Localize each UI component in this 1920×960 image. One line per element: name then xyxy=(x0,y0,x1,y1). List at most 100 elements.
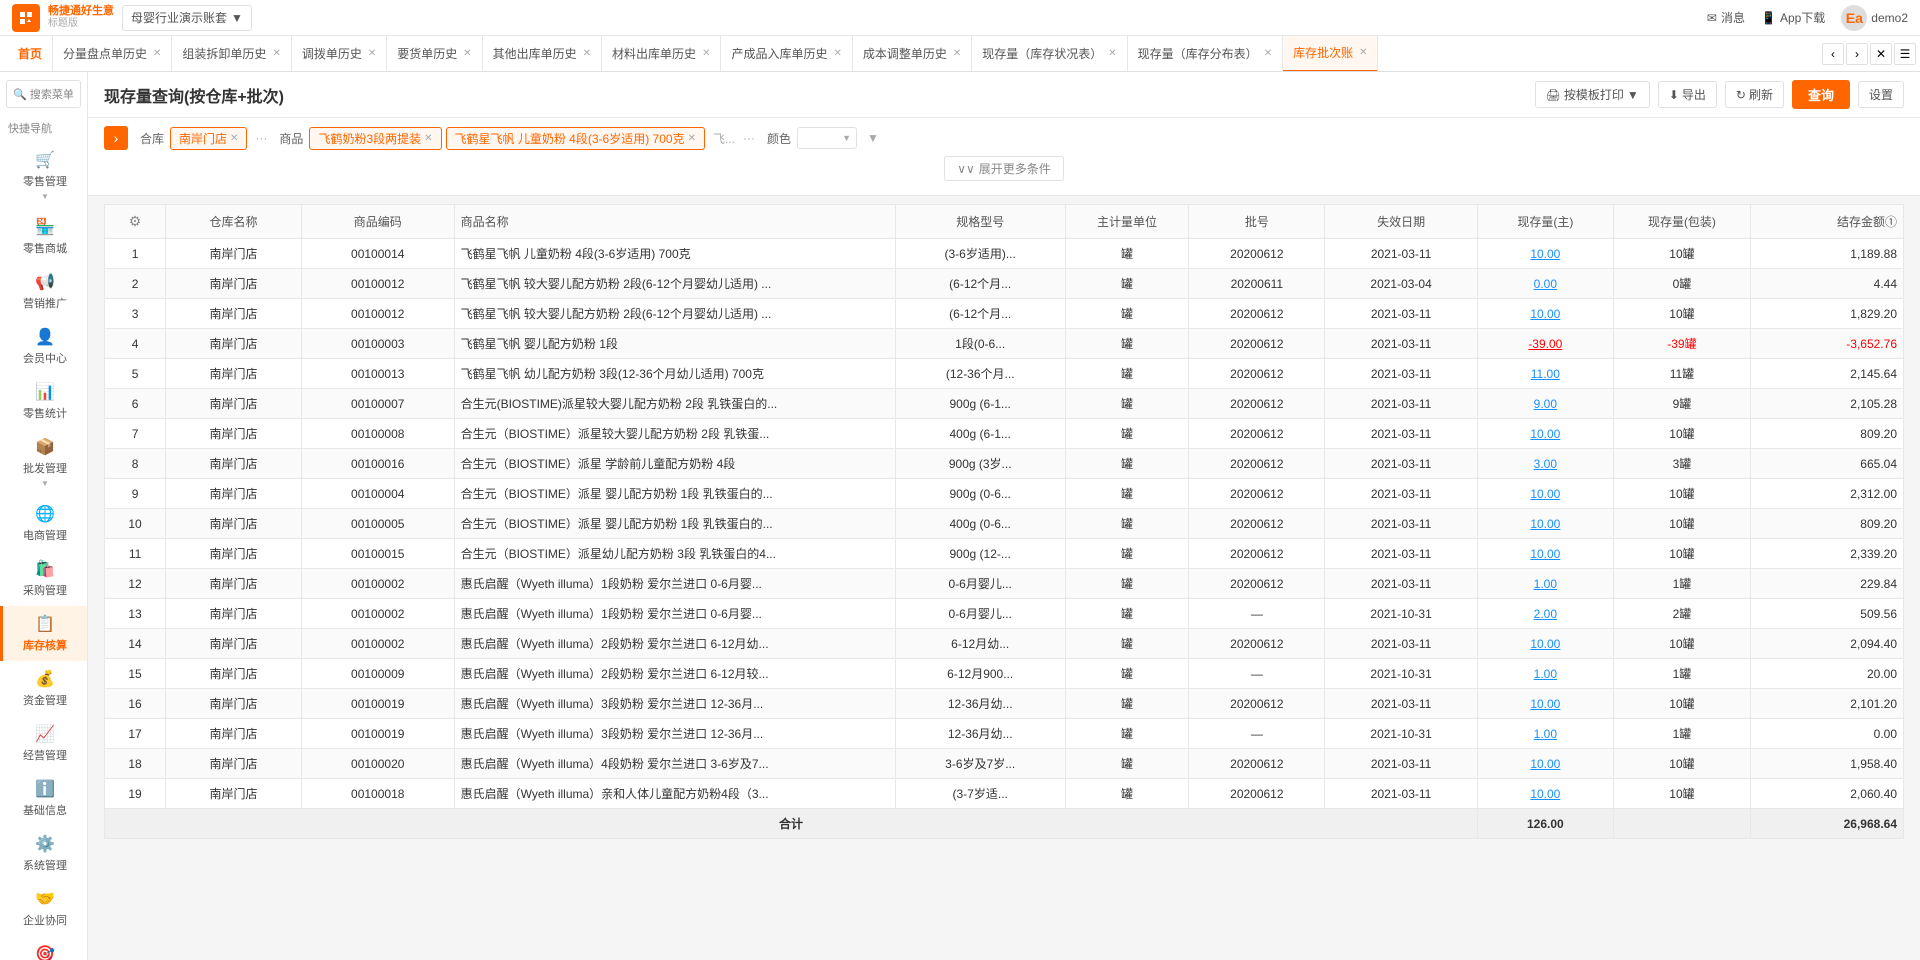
sidebar-item-marketing[interactable]: 📢 营销推广 xyxy=(0,264,87,319)
export-btn[interactable]: ⬇ 导出 xyxy=(1658,81,1717,108)
sidebar-item-operations[interactable]: 📈 经营管理 xyxy=(0,716,87,771)
tab-4[interactable]: 要货单历史 ✕ xyxy=(387,36,482,72)
product-tag-1-close[interactable]: ✕ xyxy=(424,133,432,144)
sidebar-item-retail-stats[interactable]: 📊 零售统计 xyxy=(0,374,87,429)
tab-11[interactable]: 库存批次账 ✕ xyxy=(1283,36,1378,72)
product-more2[interactable]: ··· xyxy=(743,131,755,145)
cell-qty[interactable]: 10.00 xyxy=(1477,749,1613,779)
cell-pkg: 10罐 xyxy=(1613,509,1750,539)
cell-qty[interactable]: 2.00 xyxy=(1477,599,1613,629)
cell-batch: 20200612 xyxy=(1189,629,1325,659)
sidebar-item-retail-store[interactable]: 🏪 零售商城 xyxy=(0,209,87,264)
tab-10[interactable]: 现存量（库存分布表） ✕ xyxy=(1128,36,1283,72)
top-bar: 畅捷通好生意 标题版 母婴行业演示账套 ▼ ✉ 消息 📱 App下载 Ea de… xyxy=(0,0,1920,36)
sidebar-item-ecommerce[interactable]: 🌐 电商管理 xyxy=(0,496,87,551)
warehouse-tag-close[interactable]: ✕ xyxy=(230,133,238,144)
cell-qty[interactable]: 10.00 xyxy=(1477,779,1613,809)
tab-1-close[interactable]: ✕ xyxy=(153,48,161,59)
sidebar-item-guide[interactable]: 🎯 新手引导 xyxy=(0,936,87,960)
cell-code: 00100013 xyxy=(301,359,454,389)
color-select[interactable] xyxy=(797,127,857,149)
tab-2[interactable]: 组装拆卸单历史 ✕ xyxy=(172,36,291,72)
tab-4-close[interactable]: ✕ xyxy=(463,48,471,59)
wholesale-icon: 📦 xyxy=(35,437,55,457)
cell-qty[interactable]: 11.00 xyxy=(1477,359,1613,389)
cell-qty[interactable]: 1.00 xyxy=(1477,719,1613,749)
cell-batch: 20200612 xyxy=(1189,479,1325,509)
account-selector[interactable]: 母婴行业演示账套 ▼ xyxy=(122,5,252,31)
tab-5[interactable]: 其他出库单历史 ✕ xyxy=(483,36,602,72)
cell-expire: 2021-03-11 xyxy=(1325,779,1478,809)
tab-7[interactable]: 产成品入库单历史 ✕ xyxy=(721,36,852,72)
cell-qty[interactable]: 10.00 xyxy=(1477,539,1613,569)
message-btn[interactable]: ✉ 消息 xyxy=(1707,9,1745,26)
product-tag-2[interactable]: 飞鹤星飞帆 儿童奶粉 4段(3-6岁适用) 700克 ✕ xyxy=(446,127,705,150)
tab-8-close[interactable]: ✕ xyxy=(953,48,961,59)
cell-qty[interactable]: 1.00 xyxy=(1477,569,1613,599)
cell-qty[interactable]: 10.00 xyxy=(1477,509,1613,539)
app-download-btn[interactable]: 📱 App下载 xyxy=(1761,9,1825,26)
tab-10-close[interactable]: ✕ xyxy=(1264,48,1272,59)
sidebar-item-finance[interactable]: 💰 资金管理 xyxy=(0,661,87,716)
cell-qty[interactable]: 10.00 xyxy=(1477,239,1613,269)
cell-batch: — xyxy=(1189,599,1325,629)
nav-close-all-btn[interactable]: ✕ xyxy=(1870,43,1892,65)
tab-2-close[interactable]: ✕ xyxy=(272,48,280,59)
cell-num: 3 xyxy=(105,299,166,329)
tab-7-close[interactable]: ✕ xyxy=(833,48,841,59)
tab-1[interactable]: 分量盘点单历史 ✕ xyxy=(53,36,172,72)
cell-qty[interactable]: 1.00 xyxy=(1477,659,1613,689)
tab-9-close[interactable]: ✕ xyxy=(1108,48,1116,59)
cell-qty[interactable]: 9.00 xyxy=(1477,389,1613,419)
sidebar-item-member-center[interactable]: 👤 会员中心 xyxy=(0,319,87,374)
cell-qty[interactable]: 3.00 xyxy=(1477,449,1613,479)
user-profile[interactable]: Ea demo2 xyxy=(1841,5,1908,31)
cell-unit: 罐 xyxy=(1065,629,1189,659)
sidebar-item-system[interactable]: ⚙️ 系统管理 xyxy=(0,826,87,881)
settings-btn[interactable]: 设置 xyxy=(1858,81,1904,108)
tab-3[interactable]: 调拨单历史 ✕ xyxy=(292,36,387,72)
tab-6-close[interactable]: ✕ xyxy=(702,48,710,59)
sidebar-item-basic-info[interactable]: ℹ️ 基础信息 xyxy=(0,771,87,826)
cell-qty[interactable]: 10.00 xyxy=(1477,629,1613,659)
warehouse-more[interactable]: ··· xyxy=(255,131,267,145)
product-tag-2-close[interactable]: ✕ xyxy=(688,133,696,144)
warehouse-tag-nanai[interactable]: 南岸门店 ✕ xyxy=(170,127,247,150)
nav-next-btn[interactable]: › xyxy=(1846,43,1868,65)
refresh-btn[interactable]: ↻ 刷新 xyxy=(1725,81,1784,108)
expand-conditions-btn[interactable]: ∨∨ 展开更多条件 xyxy=(944,156,1064,181)
nav-prev-btn[interactable]: ‹ xyxy=(1822,43,1844,65)
cell-qty[interactable]: 10.00 xyxy=(1477,419,1613,449)
tab-9[interactable]: 现存量（库存状况表） ✕ xyxy=(972,36,1127,72)
cell-qty[interactable]: 10.00 xyxy=(1477,479,1613,509)
sidebar-item-purchase[interactable]: 🛍️ 采购管理 xyxy=(0,551,87,606)
col-header-amt: 结存金额① xyxy=(1751,205,1904,239)
tab-3-close[interactable]: ✕ xyxy=(368,48,376,59)
sidebar-item-inventory[interactable]: 📋 库存核算 xyxy=(0,606,87,661)
cell-qty[interactable]: -39.00 xyxy=(1477,329,1613,359)
sidebar-item-enterprise[interactable]: 🤝 企业协同 xyxy=(0,881,87,936)
tab-11-close[interactable]: ✕ xyxy=(1359,47,1367,58)
sidebar-item-retail-management[interactable]: 🛒 零售管理 xyxy=(0,142,87,209)
gear-icon[interactable]: ⚙ xyxy=(129,213,142,229)
product-more[interactable]: 飞... xyxy=(713,130,735,147)
color-dropdown-arrow[interactable]: ▼ xyxy=(867,131,879,145)
cell-code: 00100008 xyxy=(301,419,454,449)
cell-unit: 罐 xyxy=(1065,299,1189,329)
tab-home[interactable]: 首页 xyxy=(8,36,53,72)
cell-expire: 2021-10-31 xyxy=(1325,719,1478,749)
query-btn[interactable]: 查询 xyxy=(1792,80,1850,109)
cell-qty[interactable]: 10.00 xyxy=(1477,689,1613,719)
sidebar-item-wholesale[interactable]: 📦 批发管理 xyxy=(0,429,87,496)
print-btn[interactable]: 🖨 按模板打印 ▼ xyxy=(1535,81,1650,108)
cell-qty[interactable]: 0.00 xyxy=(1477,269,1613,299)
nav-menu-btn[interactable]: ☰ xyxy=(1894,43,1916,65)
tab-8[interactable]: 成本调整单历史 ✕ xyxy=(853,36,972,72)
filter-expand-arrow[interactable]: › xyxy=(104,126,128,150)
tab-6[interactable]: 材料出库单历史 ✕ xyxy=(602,36,721,72)
product-tag-1[interactable]: 飞鹤奶粉3段两提装 ✕ xyxy=(309,127,441,150)
search-menu-btn[interactable]: 🔍 搜索菜单 xyxy=(6,80,81,108)
cell-qty[interactable]: 10.00 xyxy=(1477,299,1613,329)
filter-row: › 合库 南岸门店 ✕ ··· 商品 xyxy=(104,126,1904,150)
tab-5-close[interactable]: ✕ xyxy=(583,48,591,59)
